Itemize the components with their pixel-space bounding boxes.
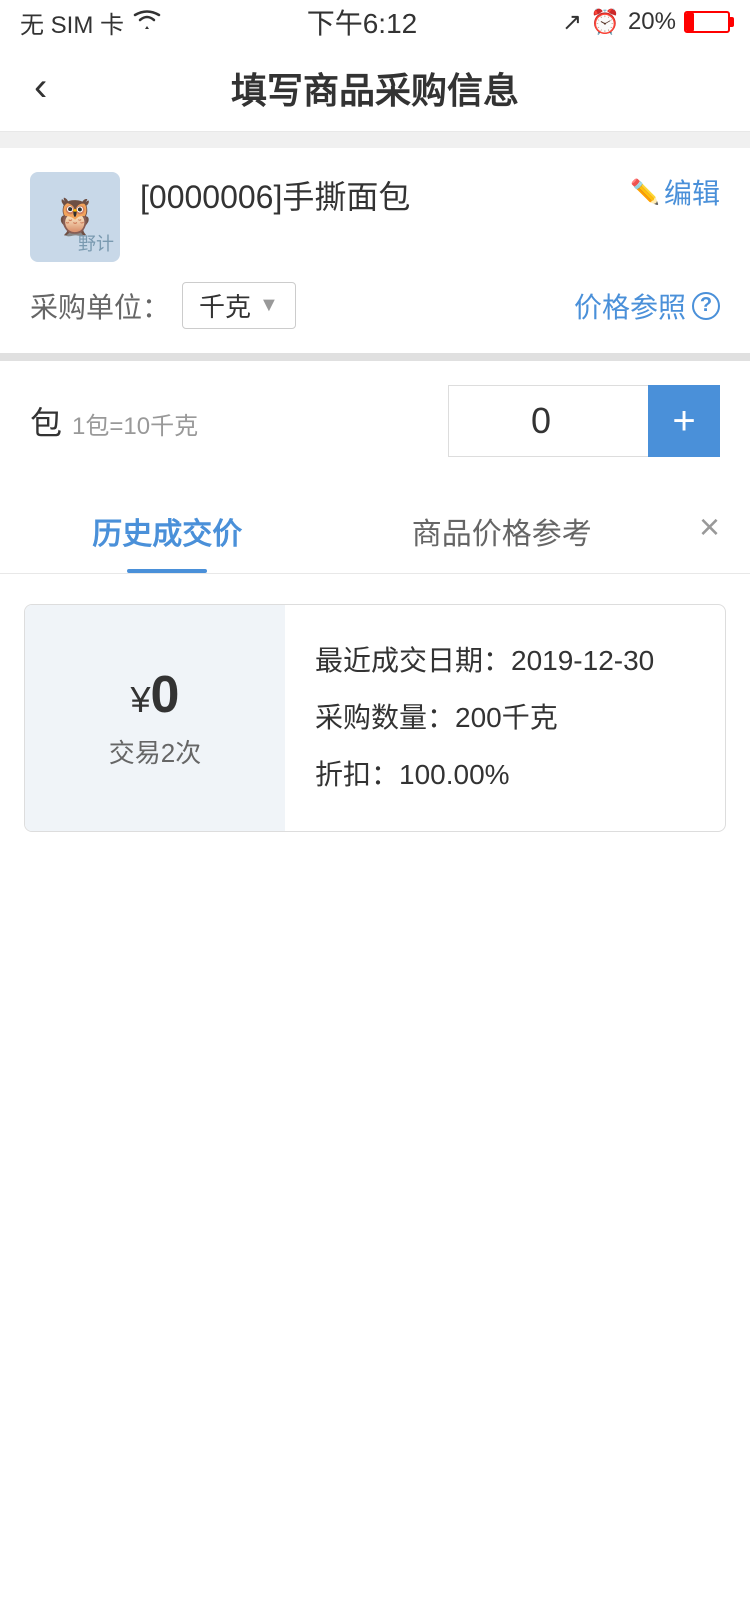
price-reference-button[interactable]: 价格参照 ?: [574, 286, 720, 326]
battery-icon: [684, 11, 730, 33]
quantity-input[interactable]: [448, 385, 648, 457]
location-icon: ↗: [562, 8, 582, 37]
status-right: ↗ ⏰ 20%: [562, 8, 730, 37]
product-name-container: [0000006]手撕面包: [140, 172, 410, 218]
tabs-nav: 历史成交价 商品价格参考: [0, 481, 669, 573]
quantity-plus-button[interactable]: +: [648, 385, 720, 457]
purchase-qty-label: 采购数量：: [315, 702, 455, 733]
nav-bar: ‹ 填写商品采购信息: [0, 44, 750, 132]
alarm-icon: ⏰: [590, 8, 620, 37]
product-header: 🦉 野计 [0000006]手撕面包 ✏️ 编辑: [30, 172, 720, 262]
quantity-label: 包 1包=10千克: [30, 398, 198, 444]
sim-label: 无 SIM 卡: [20, 5, 124, 40]
edit-label: 编辑: [664, 172, 720, 212]
page-background: [0, 862, 750, 1616]
tab-product-reference[interactable]: 商品价格参考: [334, 481, 668, 573]
recent-date-row: 最近成交日期：2019-12-30: [315, 641, 695, 680]
section-divider: [0, 353, 750, 361]
back-button[interactable]: ‹: [24, 55, 57, 120]
edit-button[interactable]: ✏️ 编辑: [630, 172, 720, 212]
tab-content-history: ¥0 交易2次 最近成交日期：2019-12-30 采购数量：200千克 折扣：…: [0, 574, 750, 862]
history-trades-count: 交易2次: [109, 733, 201, 770]
unit-left: 采购单位： 千克 ▼: [30, 282, 296, 329]
discount-label: 折扣：: [315, 759, 399, 790]
tab-history-label: 历史成交价: [92, 518, 242, 551]
tab-close-button[interactable]: ×: [669, 506, 750, 548]
history-card-right: 最近成交日期：2019-12-30 采购数量：200千克 折扣：100.00%: [285, 605, 725, 831]
top-divider: [0, 132, 750, 148]
tab-reference-label: 商品价格参考: [412, 518, 592, 551]
quantity-unit: 包: [30, 398, 62, 444]
discount-row: 折扣：100.00%: [315, 755, 695, 794]
recent-date-label: 最近成交日期：: [315, 645, 511, 676]
purchase-qty-row: 采购数量：200千克: [315, 698, 695, 737]
wifi-icon: [132, 8, 162, 37]
tabs-header: 历史成交价 商品价格参考 ×: [0, 481, 750, 574]
quantity-hint: 1包=10千克: [72, 406, 198, 441]
status-bar: 无 SIM 卡 下午6:12 ↗ ⏰ 20%: [0, 0, 750, 44]
tab-history-price[interactable]: 历史成交价: [0, 481, 334, 573]
price-number: 0: [151, 666, 180, 724]
currency-symbol: ¥: [131, 679, 151, 720]
edit-icon: ✏️: [630, 178, 660, 207]
battery-percent: 20%: [628, 8, 676, 36]
logo-text: 野计: [78, 230, 114, 256]
quantity-row: 包 1包=10千克 +: [0, 361, 750, 481]
history-price-card: ¥0 交易2次 最近成交日期：2019-12-30 采购数量：200千克 折扣：…: [24, 604, 726, 832]
history-price-value: ¥0: [131, 665, 180, 725]
purchase-unit-label: 采购单位：: [30, 286, 170, 326]
product-card: 🦉 野计 [0000006]手撕面包 ✏️ 编辑 采购单位： 千克 ▼ 价格参照…: [0, 148, 750, 353]
page-title: 填写商品采购信息: [231, 62, 519, 114]
price-ref-label: 价格参照: [574, 286, 686, 326]
history-card-left: ¥0 交易2次: [25, 605, 285, 831]
discount-value: 100.00%: [399, 759, 510, 790]
dropdown-arrow-icon: ▼: [259, 294, 279, 317]
unit-selector[interactable]: 千克 ▼: [182, 282, 296, 329]
tabs-container: 历史成交价 商品价格参考 × ¥0 交易2次 最近成交日期：2019-12-30…: [0, 481, 750, 862]
recent-date-value: 2019-12-30: [511, 645, 654, 676]
unit-value: 千克: [199, 287, 251, 324]
purchase-unit-row: 采购单位： 千克 ▼ 价格参照 ?: [30, 282, 720, 329]
price-ref-help-icon: ?: [692, 292, 720, 320]
product-thumbnail: 🦉 野计: [30, 172, 120, 262]
quantity-input-group: +: [448, 385, 720, 457]
status-left: 无 SIM 卡: [20, 5, 162, 40]
purchase-qty-value: 200千克: [455, 702, 558, 733]
product-info: 🦉 野计 [0000006]手撕面包: [30, 172, 630, 262]
product-full-name: [0000006]手撕面包: [140, 172, 410, 218]
status-time: 下午6:12: [307, 2, 418, 42]
